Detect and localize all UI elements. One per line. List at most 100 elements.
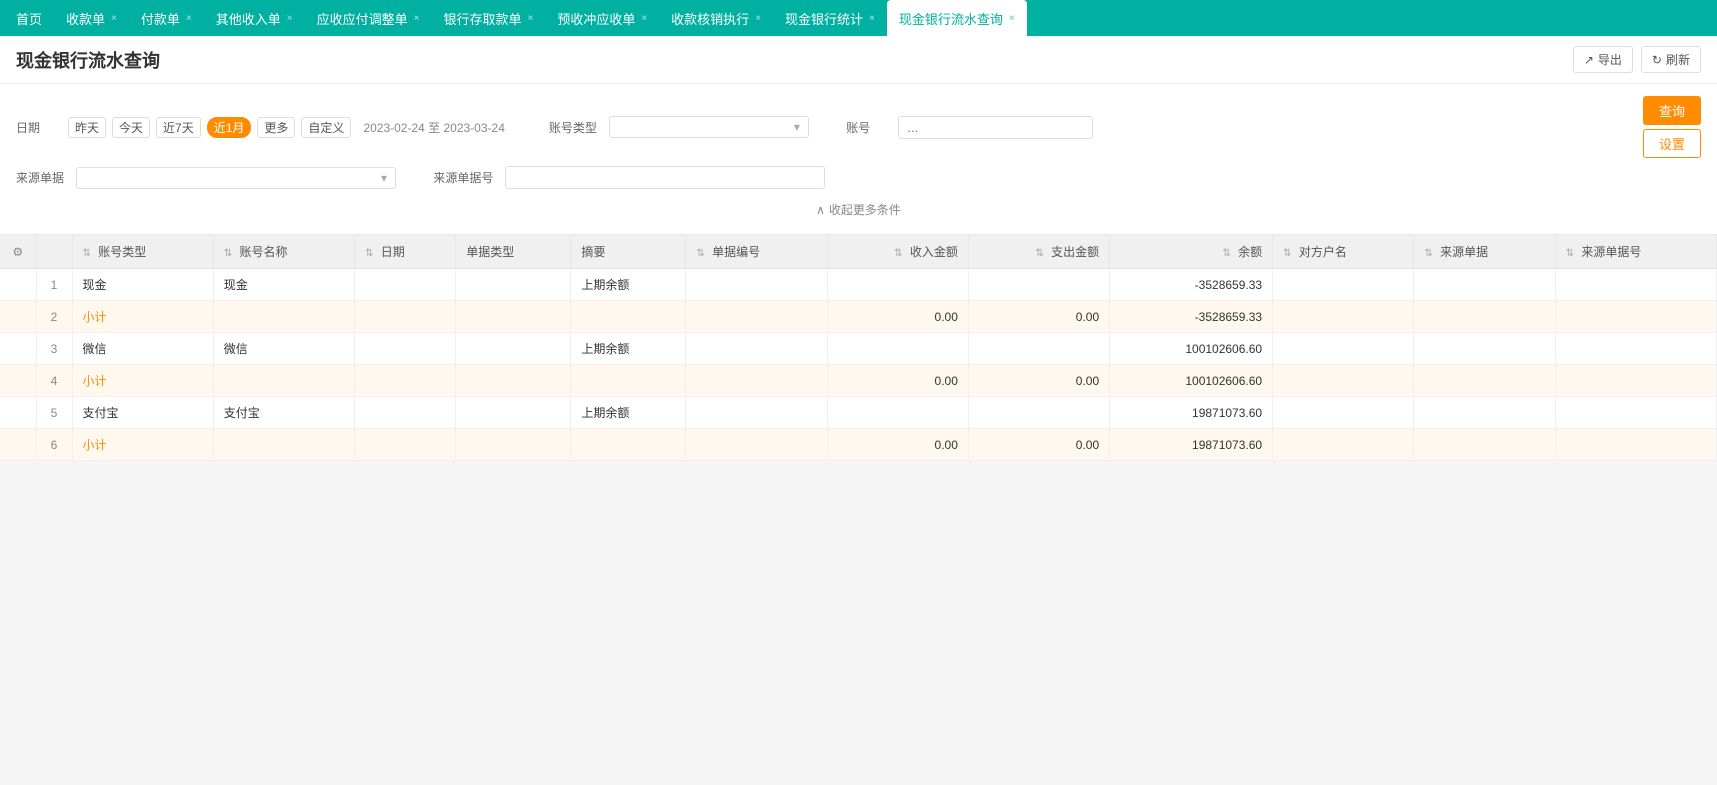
table-row: 5支付宝支付宝上期余额19871073.60 (0, 397, 1717, 429)
cell-num: 3 (36, 333, 72, 365)
cell-counterparty (1273, 429, 1414, 461)
nav-other-income[interactable]: 其他收入单 × (204, 0, 305, 36)
cell-account-name: 支付宝 (213, 397, 354, 429)
cell-source-doc-no (1555, 301, 1716, 333)
cell-summary: 上期余额 (571, 269, 686, 301)
refresh-button[interactable]: ↻ 刷新 (1641, 46, 1701, 73)
close-icon[interactable]: × (111, 13, 117, 24)
account-label: 账号 (846, 119, 886, 136)
col-account-name[interactable]: ⇅ 账号名称 (213, 235, 354, 269)
nav-cash-bank-stats[interactable]: 现金银行统计 × (773, 0, 887, 36)
cell-gear (0, 301, 36, 333)
cell-source-doc (1414, 333, 1555, 365)
close-icon[interactable]: × (1009, 13, 1015, 24)
gear-icon[interactable]: ⚙ (12, 245, 23, 259)
col-balance[interactable]: ⇅ 余额 (1110, 235, 1273, 269)
near1m-btn[interactable]: 近1月 (207, 117, 252, 138)
cell-income (827, 397, 968, 429)
filter-area: 日期 昨天 今天 近7天 近1月 更多 自定义 2023-02-24 至 202… (0, 84, 1717, 235)
close-icon[interactable]: × (755, 13, 761, 24)
date-label: 日期 (16, 119, 56, 136)
account-input[interactable] (898, 116, 1093, 139)
col-doc-type: 单据类型 (456, 235, 571, 269)
cell-date (355, 365, 456, 397)
close-icon[interactable]: × (414, 13, 420, 24)
collapse-row[interactable]: ∧ 收起更多条件 (16, 197, 1701, 222)
account-type-label: 账号类型 (549, 119, 597, 136)
cell-account-type: 小计 (72, 301, 213, 333)
sort-icon: ⇅ (1283, 248, 1291, 259)
settings-button[interactable]: 设置 (1643, 129, 1701, 158)
table-header-row: ⚙ ⇅ 账号类型 ⇅ 账号名称 ⇅ 日期 单据类型 (0, 235, 1717, 269)
col-num (36, 235, 72, 269)
close-icon[interactable]: × (186, 13, 192, 24)
cell-account-type: 现金 (72, 269, 213, 301)
query-button[interactable]: 查询 (1643, 96, 1701, 125)
today-btn[interactable]: 今天 (112, 117, 150, 138)
data-table-wrap: ⚙ ⇅ 账号类型 ⇅ 账号名称 ⇅ 日期 单据类型 (0, 235, 1717, 461)
col-income[interactable]: ⇅ 收入金额 (827, 235, 968, 269)
col-source-doc-no[interactable]: ⇅ 来源单据号 (1555, 235, 1716, 269)
col-counterparty[interactable]: ⇅ 对方户名 (1273, 235, 1414, 269)
more-btn[interactable]: 更多 (257, 117, 295, 138)
cell-expense (968, 397, 1109, 429)
cell-source-doc (1414, 397, 1555, 429)
close-icon[interactable]: × (287, 13, 293, 24)
cell-source-doc (1414, 429, 1555, 461)
cell-doc-type (456, 269, 571, 301)
cell-num: 2 (36, 301, 72, 333)
date-shortcuts: 昨天 今天 近7天 近1月 更多 自定义 (68, 117, 351, 138)
account-type-select[interactable]: ▾ (609, 116, 809, 138)
cell-source-doc (1414, 365, 1555, 397)
cell-doc-type (456, 397, 571, 429)
yesterday-btn[interactable]: 昨天 (68, 117, 106, 138)
cell-doc-type (456, 301, 571, 333)
cell-source-doc-no (1555, 429, 1716, 461)
sort-icon: ⇅ (894, 248, 902, 259)
cell-gear (0, 365, 36, 397)
data-table: ⚙ ⇅ 账号类型 ⇅ 账号名称 ⇅ 日期 单据类型 (0, 235, 1717, 461)
cell-expense: 0.00 (968, 429, 1109, 461)
col-expense[interactable]: ⇅ 支出金额 (968, 235, 1109, 269)
cell-num: 6 (36, 429, 72, 461)
col-account-type[interactable]: ⇅ 账号类型 (72, 235, 213, 269)
close-icon[interactable]: × (527, 13, 533, 24)
nav-collection-exec[interactable]: 收款核销执行 × (659, 0, 773, 36)
cell-source-doc-no (1555, 269, 1716, 301)
export-button[interactable]: ↗ 导出 (1573, 46, 1633, 73)
top-navigation: 首页 收款单 × 付款单 × 其他收入单 × 应收应付调整单 × 银行存取款单 … (0, 0, 1717, 36)
close-icon[interactable]: × (869, 13, 875, 24)
cell-doc-no (686, 365, 827, 397)
source-doc-select[interactable]: ▾ (76, 167, 396, 189)
cell-summary (571, 429, 686, 461)
cell-doc-type (456, 429, 571, 461)
source-doc-no-label: 来源单据号 (433, 169, 493, 186)
cell-doc-no (686, 429, 827, 461)
nav-ar-ap-adjust[interactable]: 应收应付调整单 × (305, 0, 432, 36)
nav-home[interactable]: 首页 (4, 0, 54, 36)
cell-account-type: 小计 (72, 365, 213, 397)
col-doc-no[interactable]: ⇅ 单据编号 (686, 235, 827, 269)
cell-balance: 19871073.60 (1110, 429, 1273, 461)
cell-expense (968, 269, 1109, 301)
nav-cash-bank-flow[interactable]: 现金银行流水查询 × (887, 0, 1027, 36)
nav-prepayment[interactable]: 预收冲应收单 × (545, 0, 659, 36)
nav-receipt[interactable]: 收款单 × (54, 0, 129, 36)
cell-counterparty (1273, 269, 1414, 301)
nav-payment[interactable]: 付款单 × (129, 0, 204, 36)
page-title: 现金银行流水查询 (16, 47, 160, 73)
col-summary: 摘要 (571, 235, 686, 269)
nav-bank-deposit[interactable]: 银行存取款单 × (431, 0, 545, 36)
col-date[interactable]: ⇅ 日期 (355, 235, 456, 269)
cell-account-name: 微信 (213, 333, 354, 365)
col-source-doc[interactable]: ⇅ 来源单据 (1414, 235, 1555, 269)
cell-source-doc-no (1555, 365, 1716, 397)
filter-row-source: 来源单据 ▾ 来源单据号 (16, 166, 1701, 189)
close-icon[interactable]: × (641, 13, 647, 24)
source-doc-no-input[interactable] (505, 166, 825, 189)
cell-date (355, 429, 456, 461)
chevron-down-icon: ▾ (794, 120, 800, 134)
near7-btn[interactable]: 近7天 (156, 117, 201, 138)
custom-btn[interactable]: 自定义 (301, 117, 351, 138)
cell-balance: 100102606.60 (1110, 333, 1273, 365)
